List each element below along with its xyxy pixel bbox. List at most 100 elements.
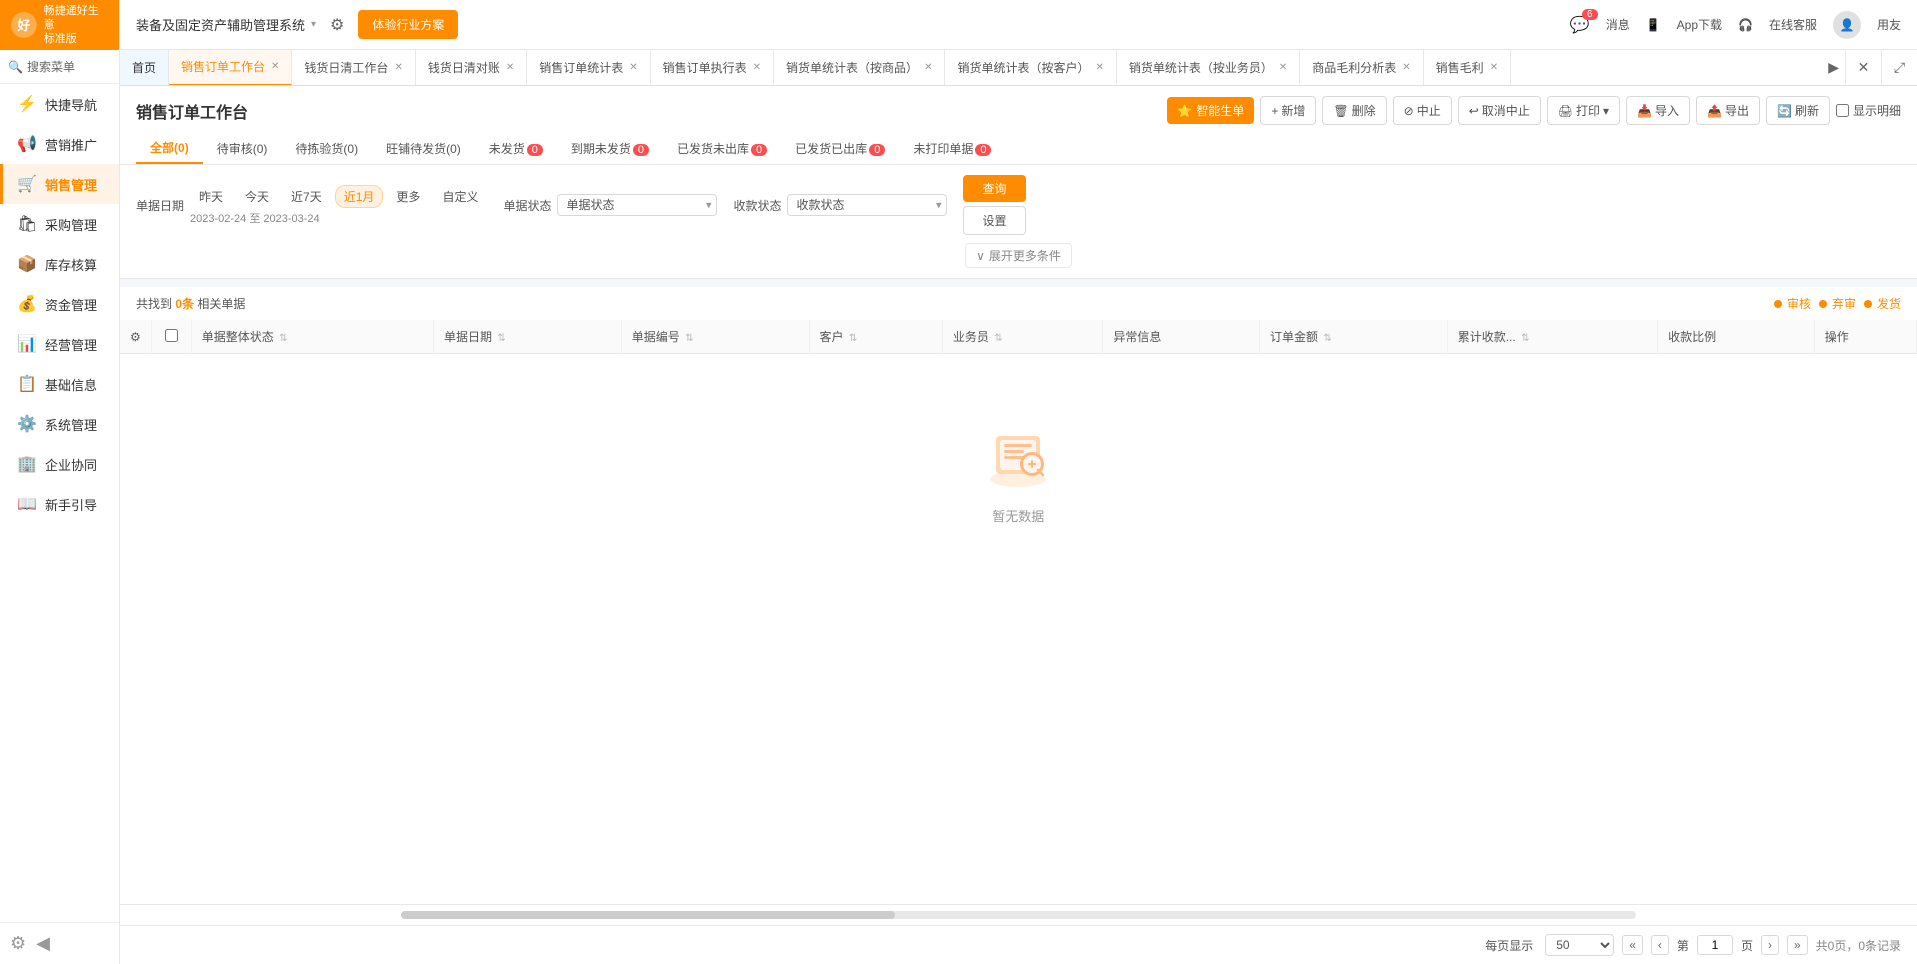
tab-cash-reconcile[interactable]: 钱货日清对账 ✕ (416, 50, 527, 86)
cancel-stop-btn[interactable]: ↩ 取消中止 (1458, 96, 1541, 125)
tab-close-sales-staff[interactable]: ✕ (1279, 62, 1287, 73)
page-prev-btn[interactable]: ‹ (1651, 935, 1669, 955)
page-last-btn[interactable]: » (1787, 935, 1808, 955)
per-page-select[interactable]: 50 100 200 (1545, 934, 1614, 956)
page-input[interactable] (1697, 935, 1733, 955)
filter-date-7days[interactable]: 近7天 (282, 185, 331, 208)
user-label[interactable]: 用友 (1877, 16, 1901, 33)
th-date-sort[interactable]: ⇅ (497, 333, 505, 344)
filter-date-yesterday[interactable]: 昨天 (190, 185, 232, 208)
sub-tab-unprinted[interactable]: 未打印单据0 (899, 134, 1005, 163)
sub-tab-wangpu[interactable]: 旺铺待发货(0) (372, 134, 475, 163)
filter-date-more[interactable]: 更多 (387, 185, 429, 208)
page-first-btn[interactable]: « (1622, 935, 1643, 955)
th-number-sort[interactable]: ⇅ (685, 333, 693, 344)
filter-date-custom[interactable]: 自定义 (433, 185, 487, 208)
tab-sales-order[interactable]: 销售订单工作台 ✕ (169, 50, 292, 86)
page-next-btn[interactable]: › (1761, 935, 1779, 955)
sub-tab-overdue[interactable]: 到期未发货0 (557, 134, 663, 163)
tab-home[interactable]: 首页 (120, 50, 169, 86)
sidebar-item-guide[interactable]: 📖 新手引导 (0, 484, 119, 524)
refresh-btn[interactable]: 🔄 刷新 (1766, 96, 1830, 125)
sidebar-item-system[interactable]: ⚙️ 系统管理 (0, 404, 119, 444)
query-btn[interactable]: 查询 (963, 175, 1025, 202)
service-label[interactable]: 在线客服 (1769, 16, 1817, 33)
print-btn[interactable]: 🖨 打印 ▾ (1547, 96, 1620, 125)
tab-margin[interactable]: 商品毛利分析表 ✕ (1300, 50, 1423, 86)
tab-sales-exec[interactable]: 销售订单执行表 ✕ (651, 50, 774, 86)
sidebar-item-basic[interactable]: 📋 基础信息 (0, 364, 119, 404)
gear-icon[interactable]: ⚙ (330, 15, 344, 35)
sidebar-item-finance[interactable]: 💰 资金管理 (0, 284, 119, 324)
th-collect-sort[interactable]: ⇅ (1521, 333, 1529, 344)
expand-more-btn[interactable]: ∨ 展开更多条件 (965, 243, 1072, 268)
tab-close-sales-goods[interactable]: ✕ (924, 62, 932, 73)
tab-sales-goods[interactable]: 销货单统计表（按商品） ✕ (774, 50, 945, 86)
sidebar-item-operation[interactable]: 📊 经营管理 (0, 324, 119, 364)
setting-btn[interactable]: 设置 (963, 206, 1025, 235)
th-status-sort[interactable]: ⇅ (279, 333, 287, 344)
sidebar-item-quick-nav[interactable]: ⚡ 快捷导航 (0, 84, 119, 124)
delete-btn[interactable]: 🗑 删除 (1322, 96, 1386, 125)
tab-close-sales-customer[interactable]: ✕ (1095, 62, 1103, 73)
tab-close-sales-gross[interactable]: ✕ (1490, 62, 1498, 73)
sidebar-item-enterprise[interactable]: 🏢 企业协同 (0, 444, 119, 484)
stop-btn[interactable]: ⊘ 中止 (1393, 96, 1452, 125)
horizontal-scrollbar[interactable] (401, 911, 1637, 919)
tab-close-cash-daily[interactable]: ✕ (394, 62, 402, 73)
filter-status-select[interactable]: 单据状态 (557, 194, 717, 216)
th-customer-sort[interactable]: ⇅ (849, 333, 857, 344)
add-btn[interactable]: + 新增 (1260, 96, 1316, 125)
tab-sales-stat[interactable]: 销售订单统计表 ✕ (527, 50, 650, 86)
filter-date-1month[interactable]: 近1月 (335, 185, 384, 208)
export-btn[interactable]: 📤 导出 (1696, 96, 1760, 125)
tab-scroll-right[interactable]: ▶ (1822, 50, 1845, 86)
revoke-btn[interactable]: 弃审 (1819, 295, 1856, 312)
select-all-checkbox[interactable] (165, 329, 178, 342)
user-avatar[interactable]: 👤 (1833, 11, 1861, 39)
sidebar-item-inventory[interactable]: 📦 库存核算 (0, 244, 119, 284)
th-amount-sort[interactable]: ⇅ (1323, 333, 1331, 344)
scrollbar-thumb[interactable] (401, 911, 895, 919)
sub-tab-shipped-not-out[interactable]: 已发货未出库0 (663, 134, 781, 163)
import-btn[interactable]: 📥 导入 (1626, 96, 1690, 125)
sidebar-item-purchase[interactable]: 🛍 采购管理 (0, 204, 119, 244)
send-btn[interactable]: 发货 (1864, 295, 1901, 312)
th-checkbox[interactable] (151, 320, 191, 354)
th-staff-sort[interactable]: ⇅ (994, 333, 1002, 344)
settings-bottom-icon[interactable]: ⚙ (10, 933, 26, 954)
sub-tab-all[interactable]: 全部(0) (136, 133, 203, 164)
show-detail-checkbox[interactable] (1836, 104, 1849, 117)
app-download-label[interactable]: App下载 (1677, 16, 1722, 33)
sidebar-item-sales[interactable]: 🛒 销售管理 (0, 164, 119, 204)
inventory-label: 库存核算 (45, 255, 97, 274)
search-menu[interactable]: 🔍 搜索菜单 (0, 50, 119, 84)
tab-sales-staff[interactable]: 销货单统计表（按业务员） ✕ (1117, 50, 1300, 86)
industry-btn[interactable]: 体验行业方案 (358, 10, 458, 39)
show-detail-checkbox-label[interactable]: 显示明细 (1836, 102, 1901, 119)
th-number: 单据编号 ⇅ (621, 320, 809, 354)
filter-payment-select[interactable]: 收款状态 (787, 194, 947, 216)
tab-close-sales-stat[interactable]: ✕ (629, 62, 637, 73)
th-setting[interactable]: ⚙ (120, 320, 151, 354)
sub-tab-pending[interactable]: 待审核(0) (203, 134, 282, 163)
tab-close-all[interactable]: ✕ (1845, 50, 1881, 86)
tab-fullscreen[interactable]: ⤢ (1881, 50, 1917, 86)
sub-tab-shipped-out[interactable]: 已发货已出库0 (781, 134, 899, 163)
tab-close-margin[interactable]: ✕ (1402, 62, 1410, 73)
collapse-icon[interactable]: ◀ (36, 933, 50, 954)
filter-date-today[interactable]: 今天 (236, 185, 278, 208)
tab-close-cash-reconcile[interactable]: ✕ (506, 62, 514, 73)
smart-create-btn[interactable]: ⭐ 智能生单 (1167, 97, 1254, 124)
sidebar-item-marketing[interactable]: 📢 营销推广 (0, 124, 119, 164)
approve-btn[interactable]: 审核 (1774, 295, 1811, 312)
tab-sales-gross[interactable]: 销售毛利 ✕ (1424, 50, 1511, 86)
tab-sales-customer[interactable]: 销货单统计表（按客户） ✕ (945, 50, 1116, 86)
message-btn[interactable]: 💬 6 (1570, 15, 1590, 35)
tab-cash-daily[interactable]: 钱货日清工作台 ✕ (292, 50, 415, 86)
tab-close-sales-exec[interactable]: ✕ (753, 62, 761, 73)
sub-tab-not-shipped[interactable]: 未发货0 (475, 134, 557, 163)
sub-tab-inspect[interactable]: 待拣验货(0) (281, 134, 372, 163)
message-label[interactable]: 消息 (1606, 16, 1630, 33)
tab-close-sales-order[interactable]: ✕ (271, 61, 279, 72)
